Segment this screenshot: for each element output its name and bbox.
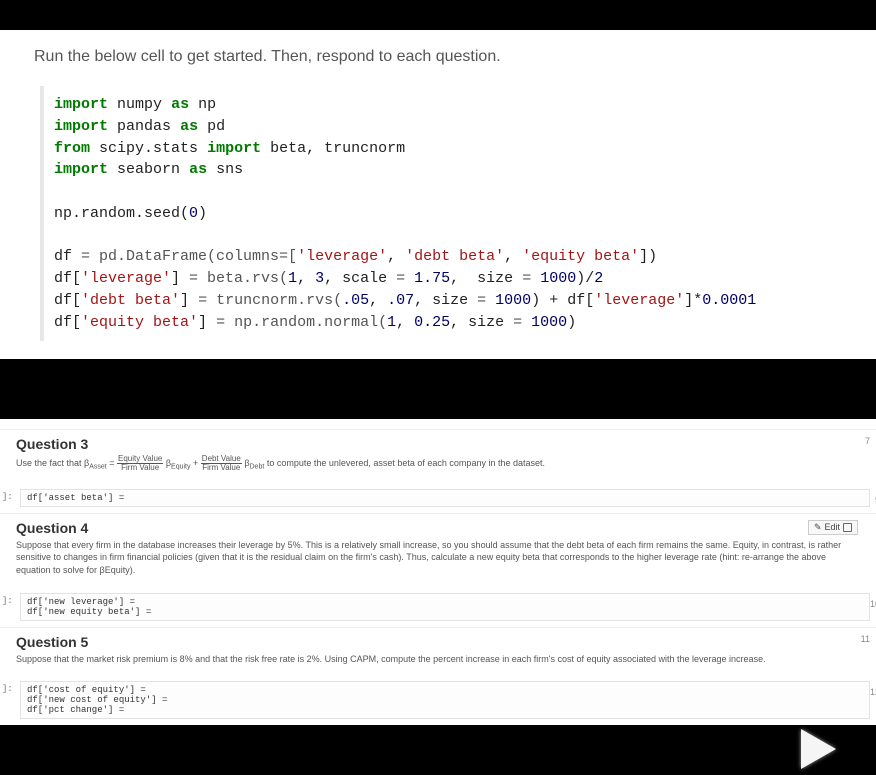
side-num-q3: 7 bbox=[865, 436, 870, 446]
edit-label: Edit bbox=[824, 522, 840, 532]
mid-black-bar bbox=[0, 359, 876, 419]
q4-desc: Suppose that every firm in the database … bbox=[16, 539, 860, 577]
q3-code[interactable]: df['asset beta'] = bbox=[20, 489, 870, 507]
fraction-debt: Debt ValueFirm Value bbox=[201, 455, 242, 472]
kw-import: import bbox=[54, 96, 108, 113]
q5-prompt: ]: bbox=[2, 684, 13, 694]
q3-prompt: ]: bbox=[2, 492, 13, 502]
q5-title: Question 5 bbox=[16, 634, 860, 650]
q4-code[interactable]: df['new leverage'] = df['new equity beta… bbox=[20, 593, 870, 621]
bottom-black-bar bbox=[0, 725, 876, 775]
q4-code-wrap: ]: 10 df['new leverage'] = df['new equit… bbox=[20, 593, 870, 621]
question-3: 7 Question 3 Use the fact that βAsset = … bbox=[0, 429, 876, 484]
q4-title: Question 4 bbox=[16, 520, 860, 536]
side-num-q5: 11 bbox=[861, 634, 870, 644]
setup-code-cell: import numpy as np import pandas as pd f… bbox=[40, 86, 844, 341]
next-arrow-icon[interactable] bbox=[801, 729, 836, 769]
top-black-bar bbox=[0, 0, 876, 30]
intro-text: Run the below cell to get started. Then,… bbox=[18, 38, 858, 86]
fraction-equity: Equity ValueFirm Value bbox=[117, 455, 163, 472]
question-5: 11 Question 5 Suppose that the market ri… bbox=[0, 627, 876, 678]
q3-code-wrap: ]: 9 df['asset beta'] = bbox=[20, 489, 870, 507]
side-num-q4: 10 bbox=[870, 599, 876, 609]
q5-desc: Suppose that the market risk premium is … bbox=[16, 653, 860, 666]
q5-code[interactable]: df['cost of equity'] = df['new cost of e… bbox=[20, 681, 870, 719]
side-num-q5b: 12 bbox=[870, 687, 876, 697]
q3-title: Question 3 bbox=[16, 436, 860, 452]
q3-desc: Use the fact that βAsset = Equity ValueF… bbox=[16, 455, 860, 472]
question-4: ✎ Edit Question 4 Suppose that every fir… bbox=[0, 513, 876, 589]
edit-button[interactable]: ✎ Edit bbox=[808, 520, 858, 535]
q4-prompt: ]: bbox=[2, 596, 13, 606]
q5-code-wrap: ]: 12 df['cost of equity'] = df['new cos… bbox=[20, 681, 870, 719]
gear-icon bbox=[843, 523, 852, 532]
intro-section: Run the below cell to get started. Then,… bbox=[0, 30, 876, 349]
pencil-icon: ✎ bbox=[814, 522, 822, 533]
